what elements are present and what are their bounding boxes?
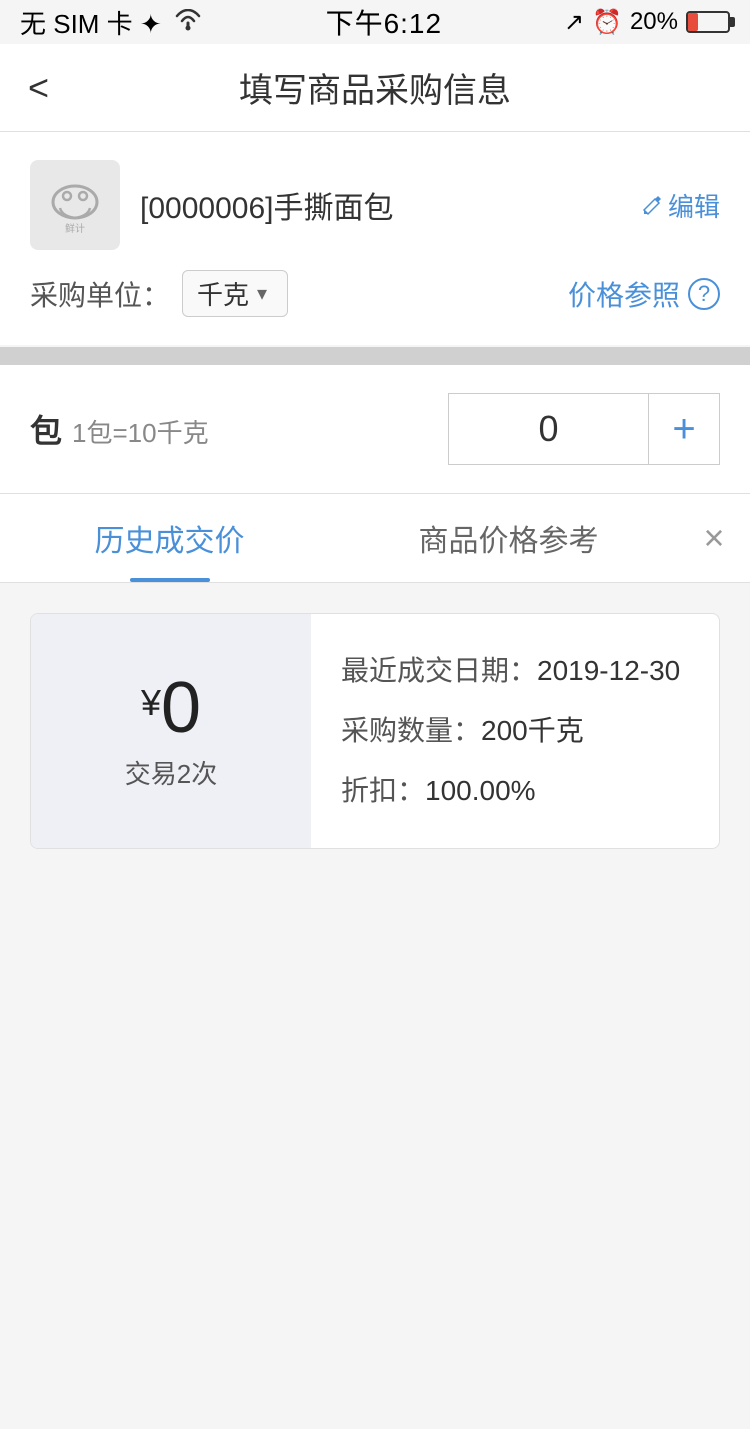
purchase-unit-label: 采购单位： <box>30 274 170 314</box>
battery-icon <box>686 11 730 33</box>
page-title: 填写商品采购信息 <box>239 63 511 112</box>
tab-history-price-label: 历史成交价 <box>95 516 245 560</box>
price-detail-discount: 折扣：100.00% <box>341 770 689 812</box>
quantity-input-group: + <box>448 393 720 465</box>
price-main-display: ¥ 0 <box>141 672 201 744</box>
price-detail-date: 最近成交日期：2019-12-30 <box>341 650 689 692</box>
tabs-container: 历史成交价 商品价格参考 × <box>0 494 750 583</box>
status-left: 无 SIM 卡 ✦ <box>20 4 204 41</box>
recent-date-label: 最近成交日期： <box>341 655 537 686</box>
help-icon: ? <box>688 278 720 310</box>
price-currency: ¥ <box>141 682 161 724</box>
discount-label: 折扣： <box>341 775 425 806</box>
quantity-plus-button[interactable]: + <box>648 393 720 465</box>
alarm-icon: ⏰ <box>592 8 622 37</box>
quantity-label-text: 采购数量： <box>341 715 481 746</box>
product-bottom-row: 采购单位： 千克 ▾ 价格参照 ? <box>30 270 720 317</box>
product-title: 手撕面包 <box>273 192 393 225</box>
price-card-left: ¥ 0 交易2次 <box>31 614 311 848</box>
product-name: [0000006]手撕面包 <box>140 183 393 227</box>
edit-button[interactable]: 编辑 <box>641 187 720 224</box>
status-time: 下午6:12 <box>326 2 443 42</box>
price-value: 0 <box>161 672 201 744</box>
product-top-row: 鲜计 [0000006]手撕面包 编辑 <box>30 160 720 250</box>
product-card: 鲜计 [0000006]手撕面包 编辑 采购单位： 千克 ▾ 价格参照 <box>0 132 750 345</box>
price-card-container: ¥ 0 交易2次 最近成交日期：2019-12-30 采购数量：200千克 折扣… <box>0 583 750 1429</box>
unit-value: 千克 <box>197 275 249 312</box>
status-bar: 无 SIM 卡 ✦ 下午6:12 ↗ ⏰ 20% <box>0 0 750 44</box>
battery-text: 20% <box>630 8 678 36</box>
purchase-unit: 采购单位： 千克 ▾ <box>30 270 288 317</box>
location-icon: ↗ <box>564 8 584 37</box>
svg-text:鲜计: 鲜计 <box>65 222 85 235</box>
close-icon: × <box>703 517 724 559</box>
price-detail-quantity: 采购数量：200千克 <box>341 710 689 752</box>
divider-bar <box>0 347 750 365</box>
price-ref-label: 价格参照 <box>568 274 680 314</box>
quantity-conversion: 1包=10千克 <box>72 413 209 450</box>
status-right: ↗ ⏰ 20% <box>564 8 730 37</box>
quantity-row: 包 1包=10千克 + <box>0 365 750 494</box>
price-card-right: 最近成交日期：2019-12-30 采购数量：200千克 折扣：100.00% <box>311 614 719 848</box>
page-header: < 填写商品采购信息 <box>0 44 750 132</box>
product-logo-icon: 鲜计 <box>40 170 110 240</box>
product-info-left: 鲜计 [0000006]手撕面包 <box>30 160 393 250</box>
quantity-value-text: 200千克 <box>481 715 584 746</box>
wifi-icon <box>172 7 204 38</box>
tab-product-price-ref-label: 商品价格参考 <box>419 516 599 560</box>
price-trades: 交易2次 <box>125 754 217 791</box>
back-button[interactable]: < <box>28 67 49 109</box>
price-card: ¥ 0 交易2次 最近成交日期：2019-12-30 采购数量：200千克 折扣… <box>30 613 720 849</box>
tab-product-price-ref[interactable]: 商品价格参考 <box>339 494 678 582</box>
quantity-input[interactable] <box>448 393 648 465</box>
price-ref-button[interactable]: 价格参照 ? <box>568 274 720 314</box>
dropdown-arrow-icon: ▾ <box>257 281 267 306</box>
tab-history-price[interactable]: 历史成交价 <box>0 494 339 582</box>
quantity-unit: 包 <box>30 406 62 452</box>
unit-dropdown[interactable]: 千克 ▾ <box>182 270 288 317</box>
product-thumbnail: 鲜计 <box>30 160 120 250</box>
quantity-label: 包 1包=10千克 <box>30 406 209 452</box>
discount-value: 100.00% <box>425 775 536 806</box>
carrier-text: 无 SIM 卡 ✦ <box>20 4 162 41</box>
edit-label: 编辑 <box>668 187 720 224</box>
edit-icon <box>641 194 663 216</box>
recent-date-value: 2019-12-30 <box>537 655 680 686</box>
product-id: [0000006] <box>140 192 273 225</box>
tab-close-button[interactable]: × <box>678 494 750 582</box>
tab-active-underline <box>130 578 210 582</box>
